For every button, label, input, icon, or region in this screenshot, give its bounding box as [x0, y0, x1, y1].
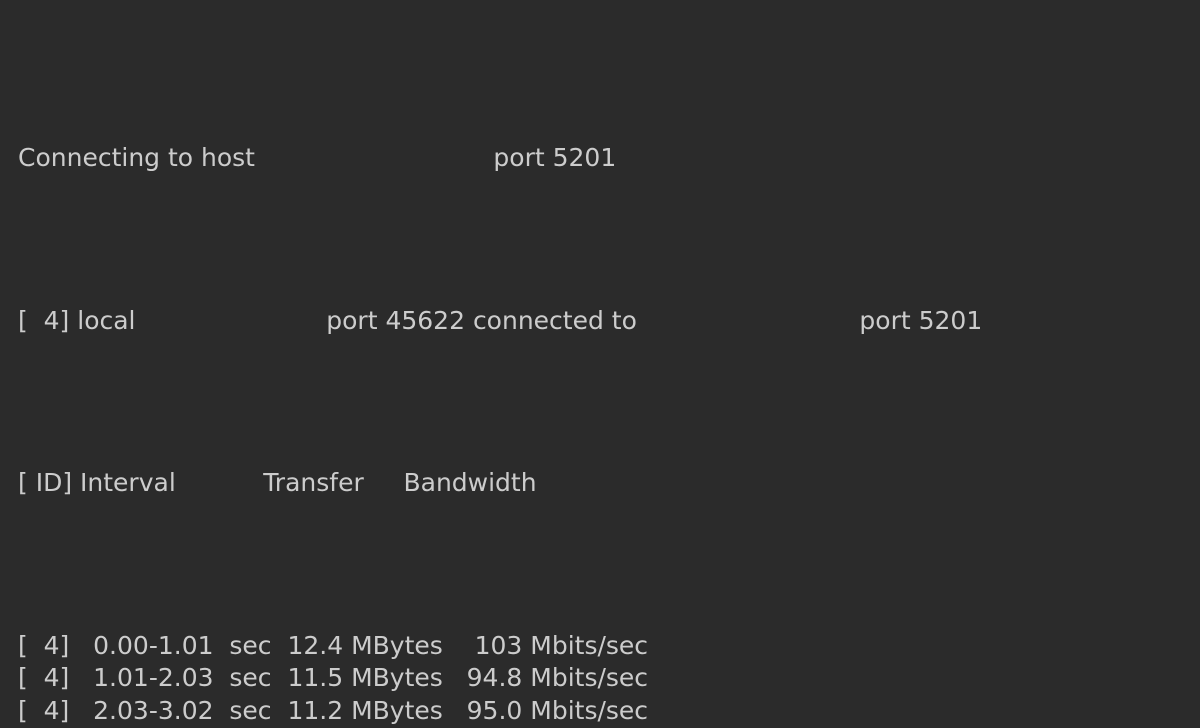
row-bandwidth: 103 Mbits/sec [459, 631, 648, 660]
connected-to-label: connected to [473, 306, 637, 335]
row-transfer: 11.2 MBytes [280, 696, 443, 725]
row-interval: 2.03-3.02 [93, 696, 229, 725]
terminal-output: Connecting to host port 5201 [ 4] local … [0, 0, 1200, 728]
column-header: [ ID] Interval Transfer Bandwidth [18, 467, 1182, 500]
remote-port: 5201 [919, 306, 983, 335]
remote-port-label: port [859, 306, 910, 335]
row-bandwidth: 94.8 Mbits/sec [459, 663, 648, 692]
connecting-port-label: port [493, 143, 544, 172]
local-prefix: [ 4] local [18, 306, 136, 335]
local-port: 45622 [385, 306, 465, 335]
row-id: [ 4] [18, 663, 69, 692]
local-port-label: port [326, 306, 377, 335]
interval-row: [ 4] 0.00-1.01 sec 12.4 MBytes 103 Mbits… [18, 630, 1182, 663]
col-transfer-header: Transfer [263, 468, 364, 497]
row-sec: sec [229, 696, 271, 725]
row-sec: sec [229, 663, 271, 692]
connecting-line: Connecting to host port 5201 [18, 142, 1182, 175]
local-line: [ 4] local port 45622 connected to port … [18, 305, 1182, 338]
interval-rows: [ 4] 0.00-1.01 sec 12.4 MBytes 103 Mbits… [18, 630, 1182, 728]
row-sec: sec [229, 631, 271, 660]
col-id-header: [ ID] [18, 468, 72, 497]
row-bandwidth: 95.0 Mbits/sec [459, 696, 648, 725]
interval-row: [ 4] 2.03-3.02 sec 11.2 MBytes 95.0 Mbit… [18, 695, 1182, 728]
connecting-prefix: Connecting to host [18, 143, 255, 172]
connecting-port: 5201 [553, 143, 617, 172]
row-interval: 1.01-2.03 [93, 663, 229, 692]
row-id: [ 4] [18, 631, 69, 660]
row-transfer: 11.5 MBytes [280, 663, 443, 692]
row-transfer: 12.4 MBytes [280, 631, 443, 660]
interval-row: [ 4] 1.01-2.03 sec 11.5 MBytes 94.8 Mbit… [18, 662, 1182, 695]
row-interval: 0.00-1.01 [93, 631, 229, 660]
col-bandwidth-header: Bandwidth [403, 468, 536, 497]
col-interval-header: Interval [80, 468, 176, 497]
row-id: [ 4] [18, 696, 69, 725]
